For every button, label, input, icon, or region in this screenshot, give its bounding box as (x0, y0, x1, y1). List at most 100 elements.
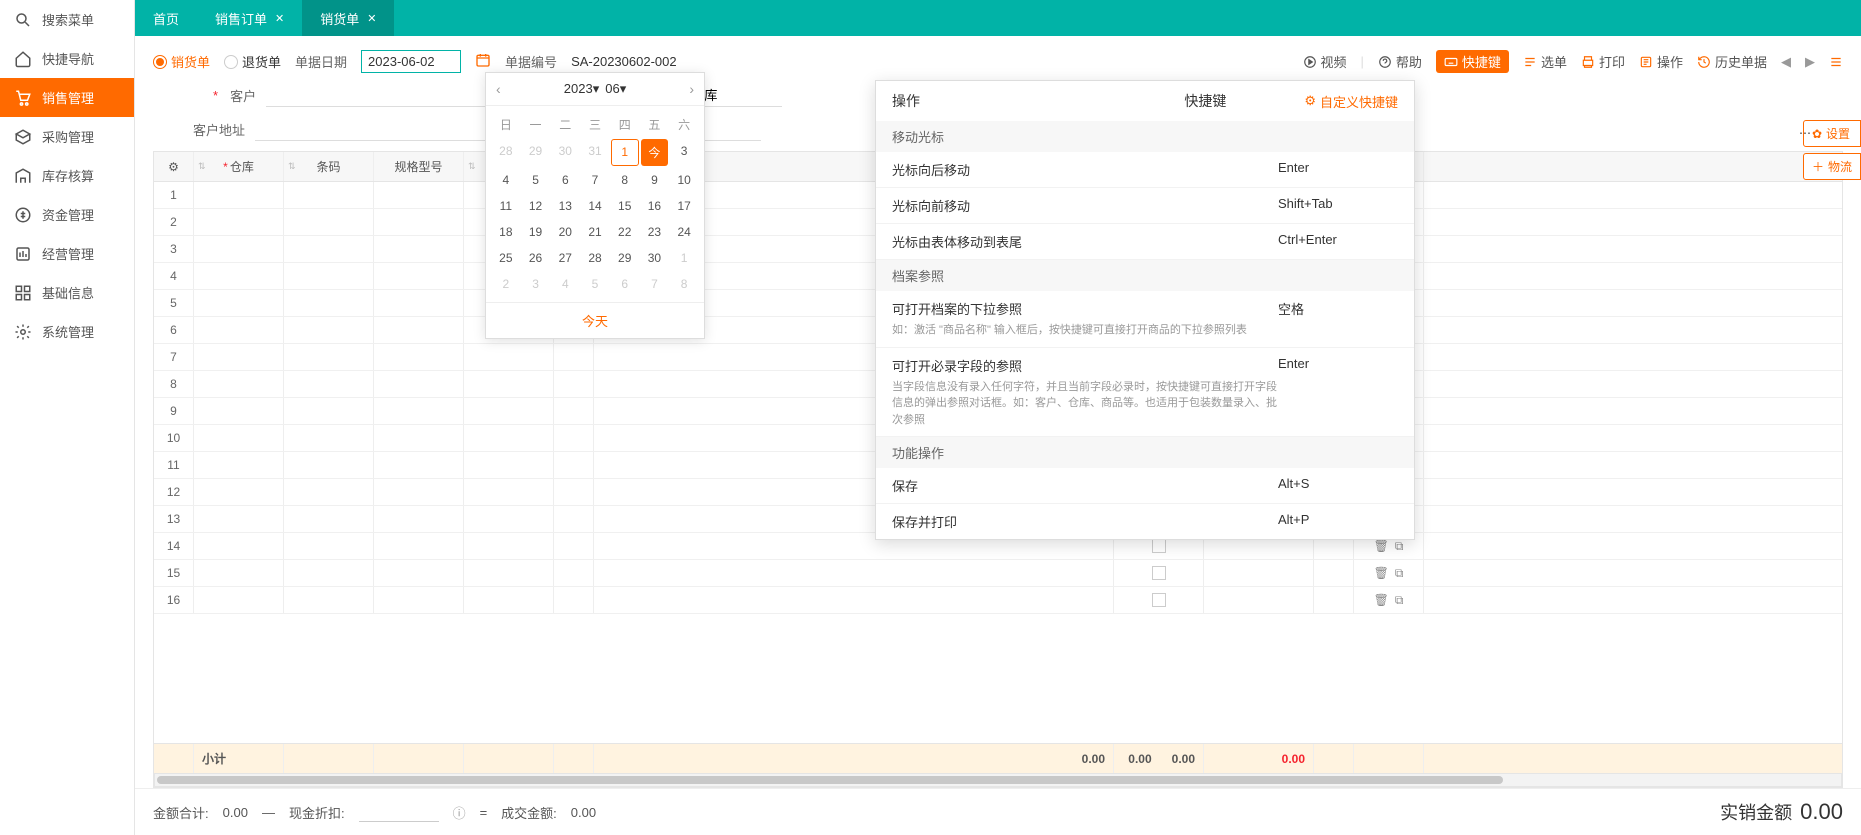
cal-day[interactable]: 18 (492, 220, 520, 244)
cal-day[interactable]: 9 (641, 168, 669, 192)
gift-checkbox[interactable] (1152, 539, 1166, 553)
cal-day-other[interactable]: 5 (581, 272, 609, 296)
cal-day-other[interactable]: 30 (551, 139, 579, 166)
tab[interactable]: 销货单✕ (302, 0, 394, 36)
delete-icon[interactable]: 🗑 (1374, 566, 1389, 581)
cal-day[interactable]: 4 (492, 168, 520, 192)
history-link[interactable]: 历史单据 (1697, 52, 1767, 71)
hotkey-button[interactable]: 快捷键 (1436, 50, 1509, 73)
h-scrollbar[interactable] (154, 773, 1842, 787)
settings-button[interactable]: ✿ 设置 (1803, 120, 1861, 147)
sidebar-item-money[interactable]: 资金管理 (0, 195, 134, 234)
operate-icon (1639, 55, 1653, 69)
cal-day-other[interactable]: 2 (492, 272, 520, 296)
cal-day[interactable]: 14 (581, 194, 609, 218)
cal-day[interactable]: 24 (670, 220, 698, 244)
custom-hotkey-link[interactable]: ⚙ 自定义快捷键 (1304, 92, 1398, 111)
tab[interactable]: 首页 (135, 0, 197, 36)
cal-day[interactable]: 29 (611, 246, 639, 270)
th-spec[interactable]: 规格型号 (374, 152, 464, 181)
next-page-button[interactable]: ▶ (1805, 54, 1815, 70)
help-link[interactable]: 帮助 (1378, 52, 1422, 71)
cal-day-other[interactable]: 8 (670, 272, 698, 296)
sidebar-item-home[interactable]: 快捷导航 (0, 39, 134, 78)
cal-day-other[interactable]: 29 (522, 139, 550, 166)
cal-day[interactable]: 今 (641, 139, 669, 166)
discount-input[interactable] (359, 802, 439, 822)
prev-page-button[interactable]: ◀ (1781, 54, 1791, 70)
cal-day-other[interactable]: 31 (581, 139, 609, 166)
cal-day[interactable]: 7 (581, 168, 609, 192)
cal-day[interactable]: 27 (551, 246, 579, 270)
cal-day[interactable]: 8 (611, 168, 639, 192)
cal-day[interactable]: 26 (522, 246, 550, 270)
calendar-icon[interactable] (475, 52, 491, 71)
cal-month[interactable]: 06▾ (605, 81, 626, 97)
menu-toggle-icon[interactable] (1829, 55, 1843, 69)
cal-day[interactable]: 13 (551, 194, 579, 218)
radio-return[interactable]: 退货单 (224, 52, 281, 71)
radio-sale[interactable]: 销货单 (153, 52, 210, 71)
delete-icon[interactable]: 🗑 (1374, 539, 1389, 554)
th-barcode[interactable]: ⇅条码 (284, 152, 374, 181)
copy-icon[interactable]: ⧉ (1395, 539, 1404, 554)
delete-icon[interactable]: 🗑 (1374, 593, 1389, 608)
sidebar-item-box[interactable]: 采购管理 (0, 117, 134, 156)
cal-day[interactable]: 5 (522, 168, 550, 192)
addr-input[interactable] (255, 117, 515, 141)
select-link[interactable]: 选单 (1523, 52, 1567, 71)
sidebar-item-cart[interactable]: 销售管理 (0, 78, 134, 117)
cal-day[interactable]: 12 (522, 194, 550, 218)
gift-checkbox[interactable] (1152, 593, 1166, 607)
total-label: 金额合计: (153, 803, 209, 822)
cal-day[interactable]: 10 (670, 168, 698, 192)
cal-day[interactable]: 11 (492, 194, 520, 218)
table-row[interactable]: 15🗑⧉ (154, 560, 1842, 587)
cal-year[interactable]: 2023▾ (564, 81, 599, 97)
cal-day[interactable]: 16 (641, 194, 669, 218)
cal-day[interactable]: 28 (581, 246, 609, 270)
operate-link[interactable]: 操作 (1639, 52, 1683, 71)
cal-day[interactable]: 19 (522, 220, 550, 244)
logistics-button[interactable]: ＋ 物流 (1803, 153, 1861, 180)
cal-day-other[interactable]: 6 (611, 272, 639, 296)
copy-icon[interactable]: ⧉ (1395, 593, 1404, 608)
cal-day-other[interactable]: 1 (670, 246, 698, 270)
copy-icon[interactable]: ⧉ (1395, 566, 1404, 581)
cal-day-other[interactable]: 28 (492, 139, 520, 166)
cal-day[interactable]: 25 (492, 246, 520, 270)
close-icon[interactable]: ✕ (367, 12, 376, 25)
print-link[interactable]: 打印 (1581, 52, 1625, 71)
sidebar-item-cog[interactable]: 系统管理 (0, 312, 134, 351)
table-more-icon[interactable]: ⋯ (1799, 126, 1811, 140)
gift-checkbox[interactable] (1152, 566, 1166, 580)
cal-day[interactable]: 1 (611, 139, 639, 166)
cal-day[interactable]: 23 (641, 220, 669, 244)
cal-day[interactable]: 3 (670, 139, 698, 166)
cal-day-other[interactable]: 3 (522, 272, 550, 296)
cal-day[interactable]: 21 (581, 220, 609, 244)
cal-next-icon[interactable]: › (689, 81, 694, 97)
tab[interactable]: 销售订单✕ (197, 0, 302, 36)
th-warehouse[interactable]: ⇅*仓库 (194, 152, 284, 181)
cal-today-button[interactable]: 今天 (486, 302, 704, 338)
date-input[interactable] (361, 50, 461, 73)
cal-day[interactable]: 20 (551, 220, 579, 244)
info-icon[interactable]: ⓘ (453, 803, 466, 822)
sidebar-item-stock[interactable]: 库存核算 (0, 156, 134, 195)
cal-prev-icon[interactable]: ‹ (496, 81, 501, 97)
cal-day-other[interactable]: 7 (641, 272, 669, 296)
video-link[interactable]: 视频 (1303, 52, 1347, 71)
th-settings[interactable]: ⚙ (154, 152, 194, 181)
cal-day[interactable]: 17 (670, 194, 698, 218)
cal-day[interactable]: 30 (641, 246, 669, 270)
sidebar-item-search[interactable]: 搜索菜单 (0, 0, 134, 39)
sidebar-item-grid[interactable]: 基础信息 (0, 273, 134, 312)
cal-day[interactable]: 6 (551, 168, 579, 192)
cal-day[interactable]: 22 (611, 220, 639, 244)
sidebar-item-report[interactable]: 经营管理 (0, 234, 134, 273)
cal-day[interactable]: 15 (611, 194, 639, 218)
table-row[interactable]: 16🗑⧉ (154, 587, 1842, 614)
close-icon[interactable]: ✕ (275, 12, 284, 25)
cal-day-other[interactable]: 4 (551, 272, 579, 296)
